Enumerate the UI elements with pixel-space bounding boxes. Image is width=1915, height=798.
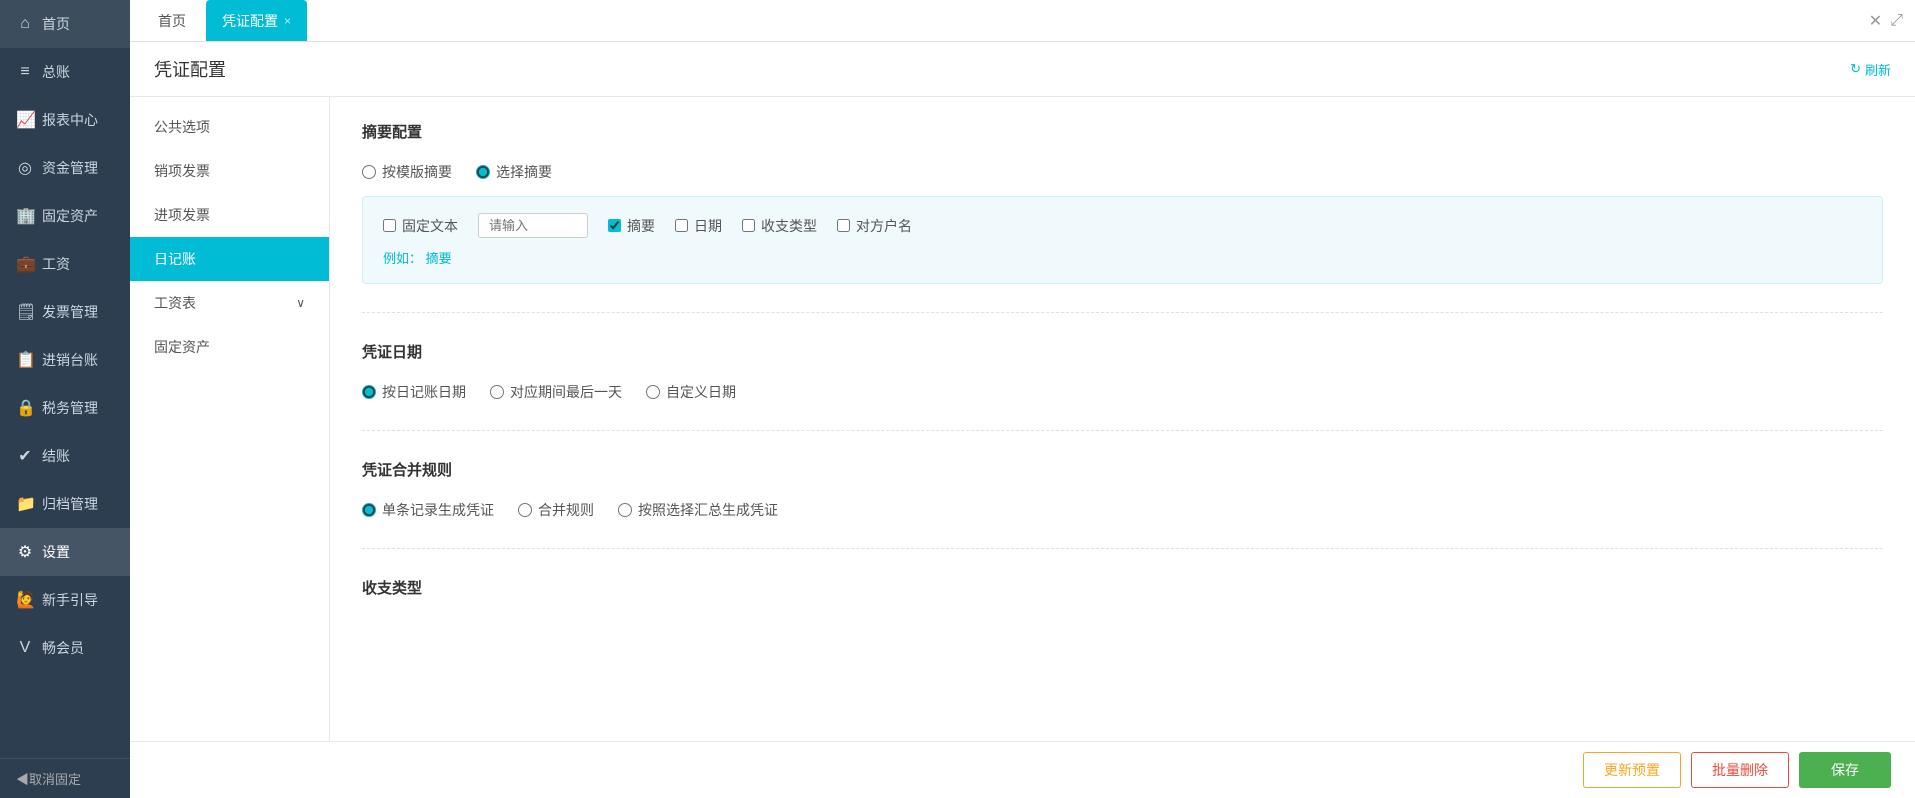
chevron-down-icon: ∨ — [296, 296, 305, 310]
bottom-bar: 更新预置 批量删除 保存 — [130, 741, 1915, 798]
refresh-button[interactable]: ↻ 刷新 — [1850, 60, 1891, 79]
sidebar-item-reports[interactable]: 📈 报表中心 — [0, 96, 130, 144]
radio-period-last-input[interactable] — [490, 385, 504, 399]
tab-home[interactable]: 首页 — [142, 0, 202, 41]
close-window-icon[interactable]: ✕ — [1869, 11, 1882, 31]
checkbox-date[interactable]: 日期 — [675, 216, 722, 236]
checkbox-date-input[interactable] — [675, 219, 688, 232]
reports-icon: 📈 — [16, 110, 34, 130]
checkbox-summary[interactable]: 摘要 — [608, 216, 655, 236]
checkbox-income-type[interactable]: 收支类型 — [742, 216, 817, 236]
sidebar-item-guide[interactable]: 🙋 新手引导 — [0, 576, 130, 624]
nav-public[interactable]: 公共选项 — [130, 105, 329, 149]
page-header: 凭证配置 ↻ 刷新 — [130, 42, 1915, 97]
radio-select-input[interactable] — [476, 165, 490, 179]
summary-radio-group: 按模版摘要 选择摘要 — [362, 162, 1883, 182]
sidebar-item-purchase-sales[interactable]: 📋 进销台账 — [0, 336, 130, 384]
nav-journal[interactable]: 日记账 — [130, 237, 329, 281]
sidebar-item-member[interactable]: V 畅会员 — [0, 624, 130, 672]
member-icon: V — [16, 639, 34, 657]
section-summary-config: 摘要配置 按模版摘要 选择摘要 — [362, 121, 1883, 313]
funds-icon: ◎ — [16, 158, 34, 178]
radio-journal-date-input[interactable] — [362, 385, 376, 399]
checkbox-fixed-text-input[interactable] — [383, 219, 396, 232]
tab-voucher-config[interactable]: 凭证配置 × — [206, 0, 307, 41]
radio-single[interactable]: 单条记录生成凭证 — [362, 500, 494, 520]
right-content: 摘要配置 按模版摘要 选择摘要 — [330, 97, 1915, 741]
settings-icon: ⚙ — [16, 542, 34, 562]
section-income-type: 收支类型 — [362, 577, 1883, 598]
window-controls: ✕ ⤢ — [1869, 11, 1903, 31]
checkbox-counterparty-input[interactable] — [837, 219, 850, 232]
merge-rule-radio-group: 单条记录生成凭证 合并规则 按照选择汇总生成凭证 — [362, 500, 1883, 520]
fixed-text-input[interactable] — [478, 213, 588, 238]
radio-custom-date[interactable]: 自定义日期 — [646, 382, 736, 402]
summary-options: 固定文本 摘要 日期 — [383, 213, 1862, 238]
section-merge-rule: 凭证合并规则 单条记录生成凭证 合并规则 按照选择汇总生成凭证 — [362, 459, 1883, 549]
checkbox-counterparty[interactable]: 对方户名 — [837, 216, 912, 236]
sidebar-item-ledger[interactable]: ≡ 总账 — [0, 48, 130, 96]
sidebar-item-salary[interactable]: 💼 工资 — [0, 240, 130, 288]
voucher-date-title: 凭证日期 — [362, 341, 1883, 362]
expand-window-icon[interactable]: ⤢ — [1890, 12, 1903, 30]
nav-payroll[interactable]: 工资表 ∨ — [130, 281, 329, 325]
radio-merge-input[interactable] — [518, 503, 532, 517]
page-title: 凭证配置 — [154, 56, 226, 82]
refresh-icon: ↻ — [1850, 61, 1861, 77]
sidebar-item-assets[interactable]: 🏢 固定资产 — [0, 192, 130, 240]
sidebar: ⌂ 首页 ≡ 总账 📈 报表中心 ◎ 资金管理 🏢 固定资产 💼 工资 🗒 发票… — [0, 0, 130, 798]
summary-config-title: 摘要配置 — [362, 121, 1883, 142]
body-layout: 公共选项 销项发票 进项发票 日记账 工资表 ∨ 固定资产 — [130, 97, 1915, 741]
example-text: 例如： 摘要 — [383, 248, 1862, 267]
sidebar-item-funds[interactable]: ◎ 资金管理 — [0, 144, 130, 192]
main-area: 首页 凭证配置 × ✕ ⤢ 凭证配置 ↻ 刷新 公共选项 — [130, 0, 1915, 798]
sidebar-item-closing[interactable]: ✔ 结账 — [0, 432, 130, 480]
assets-icon: 🏢 — [16, 206, 34, 226]
section-voucher-date: 凭证日期 按日记账日期 对应期间最后一天 自定义日期 — [362, 341, 1883, 431]
guide-icon: 🙋 — [16, 590, 34, 610]
update-preview-button[interactable]: 更新预置 — [1583, 752, 1681, 788]
voucher-date-radio-group: 按日记账日期 对应期间最后一天 自定义日期 — [362, 382, 1883, 402]
checkbox-fixed-text[interactable]: 固定文本 — [383, 216, 458, 236]
radio-select[interactable]: 选择摘要 — [476, 162, 552, 182]
sidebar-item-invoice[interactable]: 🗒 发票管理 — [0, 288, 130, 336]
income-type-title: 收支类型 — [362, 577, 1883, 598]
checkbox-income-type-input[interactable] — [742, 219, 755, 232]
chart-icon: ≡ — [16, 63, 34, 81]
content-area: 凭证配置 ↻ 刷新 公共选项 销项发票 进项发票 日记账 — [130, 42, 1915, 798]
sidebar-item-settings[interactable]: ⚙ 设置 — [0, 528, 130, 576]
radio-period-last[interactable]: 对应期间最后一天 — [490, 382, 622, 402]
radio-custom-date-input[interactable] — [646, 385, 660, 399]
batch-delete-button[interactable]: 批量删除 — [1691, 752, 1789, 788]
save-button[interactable]: 保存 — [1799, 752, 1891, 788]
sidebar-item-tax[interactable]: 🔒 税务管理 — [0, 384, 130, 432]
salary-icon: 💼 — [16, 254, 34, 274]
tax-icon: 🔒 — [16, 398, 34, 418]
sidebar-item-archive[interactable]: 📁 归档管理 — [0, 480, 130, 528]
radio-journal-date[interactable]: 按日记账日期 — [362, 382, 466, 402]
invoice-icon: 🗒 — [16, 302, 34, 322]
left-nav: 公共选项 销项发票 进项发票 日记账 工资表 ∨ 固定资产 — [130, 97, 330, 741]
radio-template-input[interactable] — [362, 165, 376, 179]
tab-close-icon[interactable]: × — [284, 14, 291, 28]
closing-icon: ✔ — [16, 446, 34, 466]
checkbox-summary-input[interactable] — [608, 219, 621, 232]
radio-template[interactable]: 按模版摘要 — [362, 162, 452, 182]
radio-single-input[interactable] — [362, 503, 376, 517]
nav-sales-invoice[interactable]: 销项发票 — [130, 149, 329, 193]
tab-bar: 首页 凭证配置 × ✕ ⤢ — [130, 0, 1915, 42]
radio-batch[interactable]: 按照选择汇总生成凭证 — [618, 500, 778, 520]
archive-icon: 📁 — [16, 494, 34, 514]
nav-purchase-invoice[interactable]: 进项发票 — [130, 193, 329, 237]
sidebar-item-home[interactable]: ⌂ 首页 — [0, 0, 130, 48]
merge-rule-title: 凭证合并规则 — [362, 459, 1883, 480]
purchase-icon: 📋 — [16, 350, 34, 370]
unpin-button[interactable]: ◀取消固定 — [0, 758, 130, 798]
radio-merge[interactable]: 合并规则 — [518, 500, 594, 520]
summary-box: 固定文本 摘要 日期 — [362, 196, 1883, 284]
nav-fixed-assets[interactable]: 固定资产 — [130, 325, 329, 369]
radio-batch-input[interactable] — [618, 503, 632, 517]
home-icon: ⌂ — [16, 15, 34, 33]
